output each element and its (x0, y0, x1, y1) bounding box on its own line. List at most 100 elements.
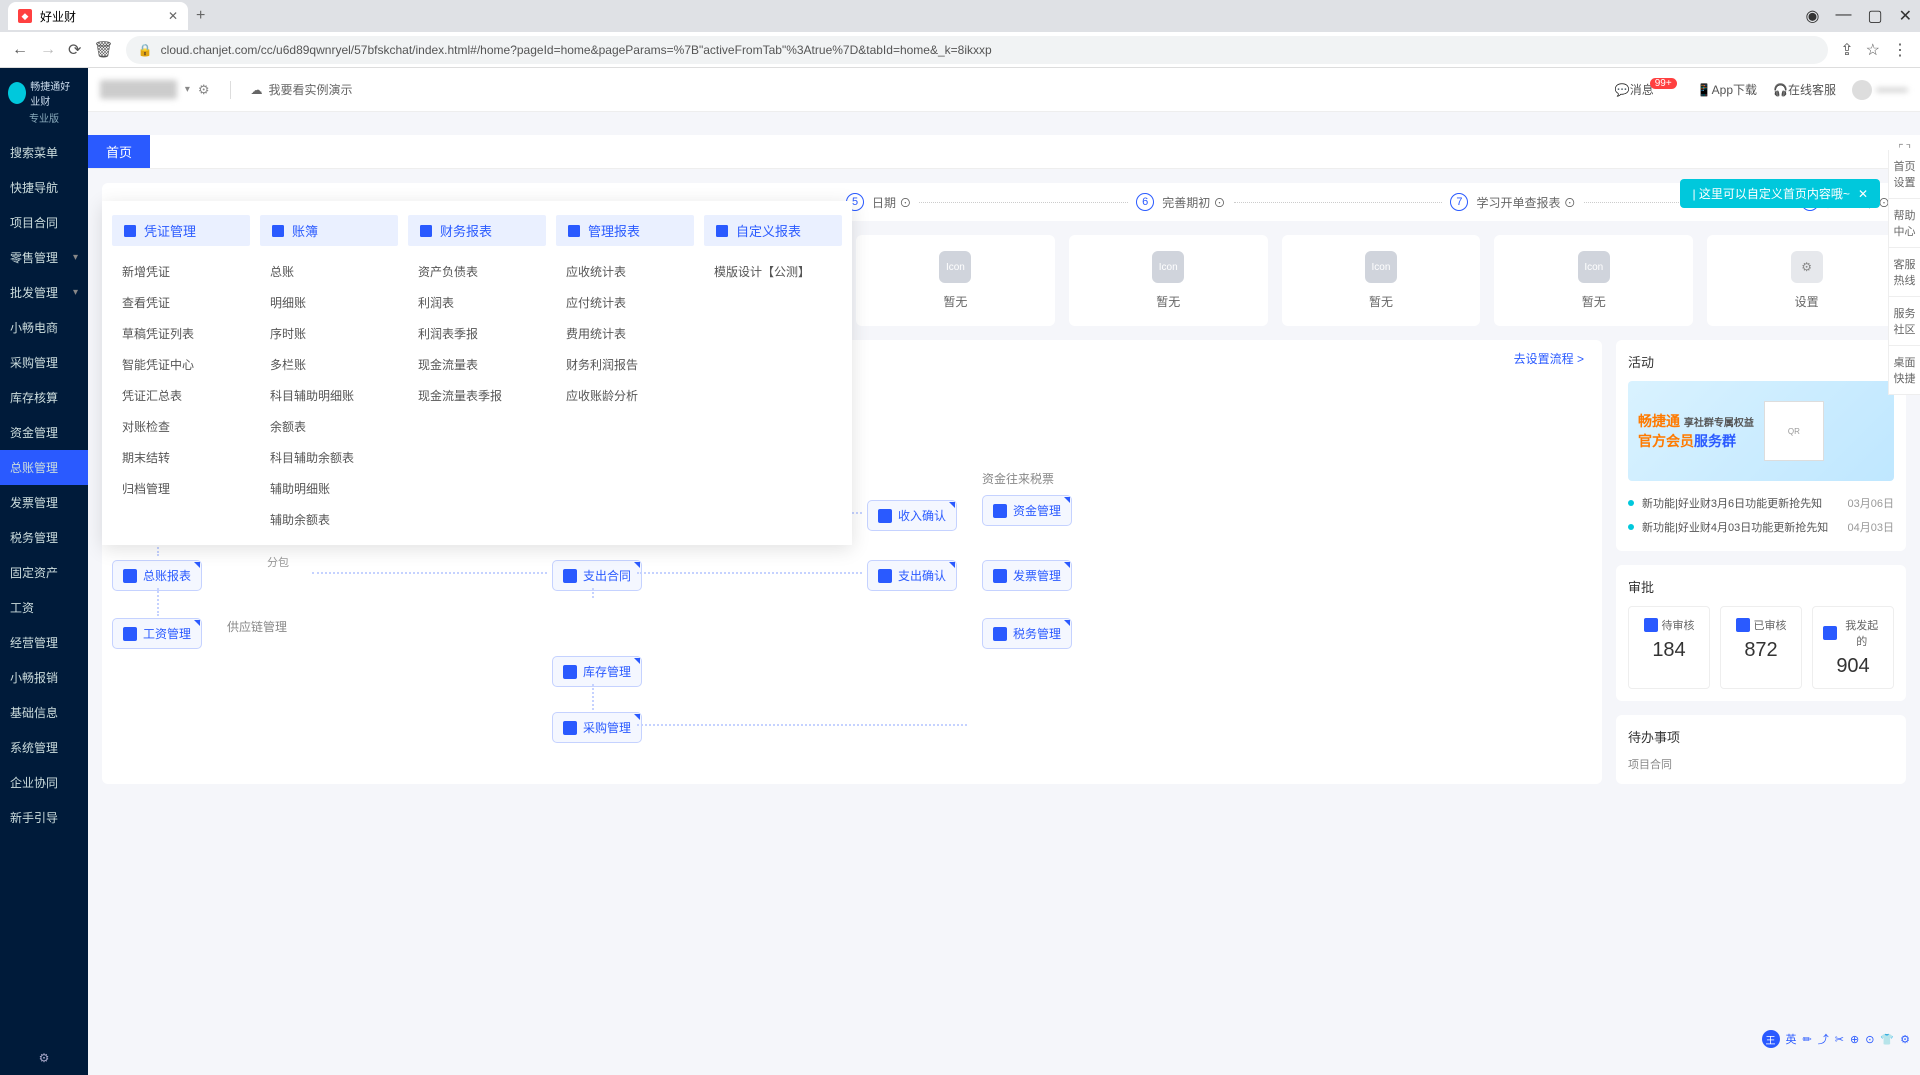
shortcut-card-settings[interactable]: ⚙设置 (1707, 235, 1906, 326)
shortcut-card-empty[interactable]: Icon暂无 (856, 235, 1055, 326)
mega-header-3[interactable]: 管理报表 (556, 215, 694, 246)
shortcut-card-empty[interactable]: Icon暂无 (1282, 235, 1481, 326)
mega-item-2-3[interactable]: 现金流量表 (408, 349, 546, 380)
mega-item-0-6[interactable]: 期末结转 (112, 442, 250, 473)
minimize-icon[interactable]: — (1835, 6, 1851, 26)
mega-item-1-3[interactable]: 多栏账 (260, 349, 398, 380)
mega-item-1-0[interactable]: 总账 (260, 256, 398, 287)
sidebar-item-6[interactable]: 采购管理 (0, 345, 88, 380)
sidebar-item-1[interactable]: 快捷导航 (0, 170, 88, 205)
mega-item-3-3[interactable]: 财务利润报告 (556, 349, 694, 380)
company-switcher[interactable]: ████ ▾ ⚙ (100, 80, 210, 99)
approval-card-2[interactable]: 我发起的904 (1812, 606, 1894, 689)
reload-button[interactable]: ⟳ (68, 40, 81, 60)
sidebar-item-19[interactable]: 新手引导 (0, 800, 88, 835)
sidebar-item-15[interactable]: 小畅报销 (0, 660, 88, 695)
rail-item-3[interactable]: 服务社区 (1889, 297, 1920, 346)
step-label-5[interactable]: 日期 ⊙ (872, 194, 911, 211)
app-download-link[interactable]: 📱App下载 (1697, 81, 1757, 98)
tray-icon[interactable]: ⤴ (1818, 1031, 1829, 1047)
mega-item-1-6[interactable]: 科目辅助余额表 (260, 442, 398, 473)
approval-card-0[interactable]: 待审核184 (1628, 606, 1710, 689)
maximize-icon[interactable]: ▢ (1867, 6, 1882, 26)
tray-icon[interactable]: 王 (1762, 1030, 1780, 1048)
tray-icon[interactable]: ✂ (1835, 1033, 1844, 1046)
mega-item-0-2[interactable]: 草稿凭证列表 (112, 318, 250, 349)
sidebar-item-10[interactable]: 发票管理 (0, 485, 88, 520)
mega-item-3-0[interactable]: 应收统计表 (556, 256, 694, 287)
node-purchase[interactable]: 采购管理 (552, 712, 642, 743)
profile-icon[interactable]: ◉ (1806, 6, 1820, 26)
back-button[interactable]: ← (12, 41, 28, 59)
mega-item-1-4[interactable]: 科目辅助明细账 (260, 380, 398, 411)
rail-item-0[interactable]: 首页设置 (1889, 150, 1920, 199)
rail-item-4[interactable]: 桌面快捷 (1889, 346, 1920, 395)
mega-item-4-0[interactable]: 模版设计【公测】 (704, 256, 842, 287)
mega-item-2-0[interactable]: 资产负债表 (408, 256, 546, 287)
sidebar-item-8[interactable]: 资金管理 (0, 415, 88, 450)
new-tab-button[interactable]: + (196, 7, 205, 25)
mega-item-1-7[interactable]: 辅助明细账 (260, 473, 398, 504)
sidebar-item-12[interactable]: 固定资产 (0, 555, 88, 590)
node-expense-contract[interactable]: 支出合同 (552, 560, 642, 591)
sidebar-item-16[interactable]: 基础信息 (0, 695, 88, 730)
node-ledger[interactable]: 总账报表 (112, 560, 202, 591)
news-item[interactable]: 新功能|好业财3月6日功能更新抢先知03月06日 (1628, 491, 1894, 515)
mega-item-0-1[interactable]: 查看凭证 (112, 287, 250, 318)
message-button[interactable]: 💬消息99+ (1615, 81, 1681, 98)
mega-item-0-4[interactable]: 凭证汇总表 (112, 380, 250, 411)
tray-icon[interactable]: ✏ (1803, 1033, 1812, 1046)
mega-item-3-1[interactable]: 应付统计表 (556, 287, 694, 318)
node-taxmgmt[interactable]: 税务管理 (982, 618, 1072, 649)
shortcut-card-empty[interactable]: Icon暂无 (1069, 235, 1268, 326)
promo-banner[interactable]: 畅捷通 享社群专属权益 官方会员服务群 QR (1628, 381, 1894, 481)
mega-item-1-5[interactable]: 余额表 (260, 411, 398, 442)
menu-icon[interactable]: ⋮ (1892, 40, 1908, 60)
sidebar-item-11[interactable]: 税务管理 (0, 520, 88, 555)
sidebar-item-13[interactable]: 工资 (0, 590, 88, 625)
sidebar-item-7[interactable]: 库存核算 (0, 380, 88, 415)
mega-header-0[interactable]: 凭证管理 (112, 215, 250, 246)
online-service-link[interactable]: 🎧在线客服 (1773, 81, 1836, 98)
mega-item-1-8[interactable]: 辅助余额表 (260, 504, 398, 535)
tray-icon[interactable]: ⊙ (1865, 1033, 1874, 1046)
mega-item-1-1[interactable]: 明细账 (260, 287, 398, 318)
mega-item-3-2[interactable]: 费用统计表 (556, 318, 694, 349)
news-item[interactable]: 新功能|好业财4月03日功能更新抢先知04月03日 (1628, 515, 1894, 539)
sidebar-item-0[interactable]: 搜索菜单 (0, 135, 88, 170)
tray-icon[interactable]: ⊕ (1850, 1033, 1859, 1046)
sidebar-item-4[interactable]: 批发管理▾ (0, 275, 88, 310)
step-label-6[interactable]: 完善期初 ⊙ (1162, 194, 1225, 211)
ime-indicator[interactable]: 英 (1786, 1031, 1797, 1047)
address-bar[interactable]: 🔒 cloud.chanjet.com/cc/u6d89qwnryel/57bf… (126, 36, 1829, 64)
shortcut-card-empty[interactable]: Icon暂无 (1494, 235, 1693, 326)
sidebar-item-17[interactable]: 系统管理 (0, 730, 88, 765)
star-icon[interactable]: ☆ (1866, 40, 1880, 60)
sidebar-item-9[interactable]: 总账管理 (0, 450, 88, 485)
gear-icon[interactable]: ⚙ (198, 82, 210, 98)
tab-close-icon[interactable]: ✕ (168, 9, 178, 23)
mega-item-0-0[interactable]: 新增凭证 (112, 256, 250, 287)
mega-item-2-4[interactable]: 现金流量表季报 (408, 380, 546, 411)
tab-home[interactable]: 首页 (88, 135, 150, 168)
mega-item-0-3[interactable]: 智能凭证中心 (112, 349, 250, 380)
close-window-icon[interactable]: ✕ (1899, 6, 1912, 26)
sidebar-item-14[interactable]: 经营管理 (0, 625, 88, 660)
mega-item-2-2[interactable]: 利润表季报 (408, 318, 546, 349)
node-fund[interactable]: 资金管理 (982, 495, 1072, 526)
mega-header-1[interactable]: 账簿 (260, 215, 398, 246)
mega-header-2[interactable]: 财务报表 (408, 215, 546, 246)
node-income-confirm[interactable]: 收入确认 (867, 500, 957, 531)
mega-item-0-5[interactable]: 对账检查 (112, 411, 250, 442)
tray-icon[interactable]: ⚙ (1900, 1033, 1910, 1046)
rail-item-2[interactable]: 客服热线 (1889, 248, 1920, 297)
sidebar-item-2[interactable]: 项目合同 (0, 205, 88, 240)
node-inventory[interactable]: 库存管理 (552, 656, 642, 687)
step-label-7[interactable]: 学习开单查报表 ⊙ (1476, 194, 1575, 211)
approval-card-1[interactable]: 已审核872 (1720, 606, 1802, 689)
tooltip-close-icon[interactable]: ✕ (1858, 187, 1868, 201)
tray-icon[interactable]: 👕 (1880, 1033, 1894, 1046)
node-salary[interactable]: 工资管理 (112, 618, 202, 649)
browser-tab[interactable]: ◆ 好业财 ✕ (8, 2, 188, 30)
avatar[interactable] (1852, 80, 1908, 100)
